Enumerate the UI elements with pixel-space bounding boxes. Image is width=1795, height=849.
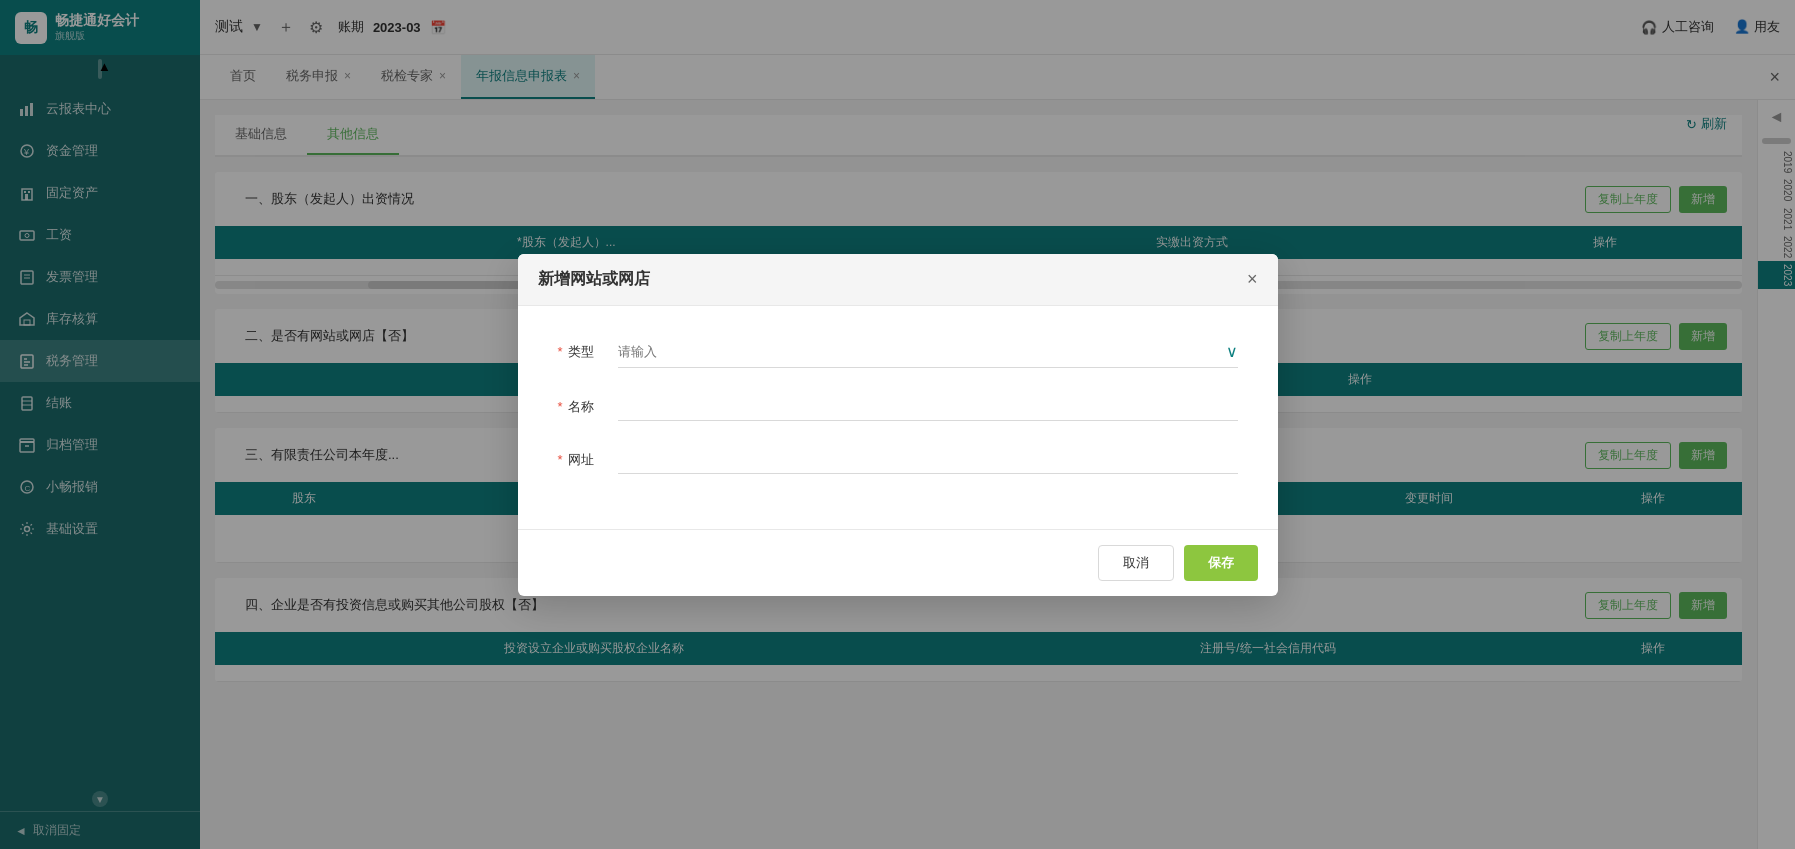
- modal-overlay[interactable]: 新增网站或网店 × * 类型 ∨ * 名称: [0, 0, 1795, 849]
- type-input[interactable]: [618, 344, 1226, 359]
- add-website-modal: 新增网站或网店 × * 类型 ∨ * 名称: [518, 254, 1278, 596]
- cancel-button[interactable]: 取消: [1098, 545, 1174, 581]
- save-button[interactable]: 保存: [1184, 545, 1258, 581]
- form-field-type: * 类型 ∨: [558, 336, 1238, 368]
- modal-header: 新增网站或网店 ×: [518, 254, 1278, 306]
- dropdown-arrow-icon: ∨: [1226, 342, 1238, 361]
- form-field-name: * 名称: [558, 393, 1238, 421]
- type-select[interactable]: ∨: [618, 336, 1238, 368]
- url-label: * 网址: [558, 451, 618, 469]
- modal-close-button[interactable]: ×: [1247, 270, 1258, 288]
- name-input[interactable]: [618, 393, 1238, 421]
- modal-body: * 类型 ∨ * 名称 * 网址: [518, 306, 1278, 529]
- url-input[interactable]: [618, 446, 1238, 474]
- type-label: * 类型: [558, 343, 618, 361]
- modal-title: 新增网站或网店: [538, 269, 650, 290]
- form-field-url: * 网址: [558, 446, 1238, 474]
- modal-footer: 取消 保存: [518, 529, 1278, 596]
- name-label: * 名称: [558, 398, 618, 416]
